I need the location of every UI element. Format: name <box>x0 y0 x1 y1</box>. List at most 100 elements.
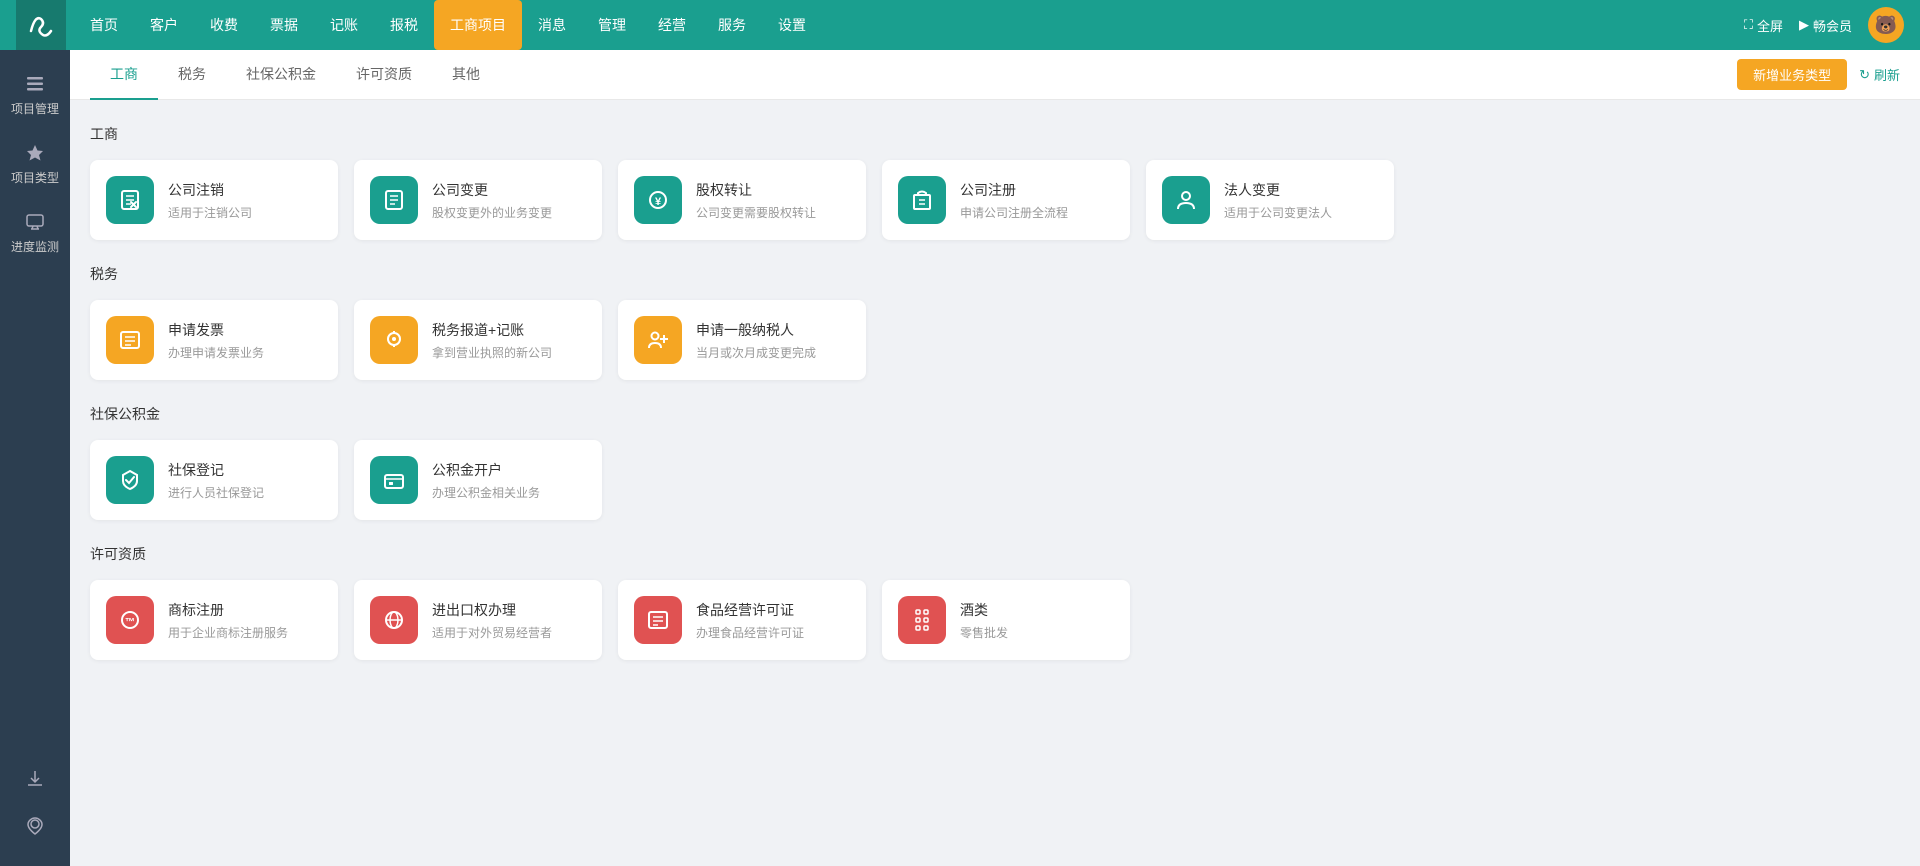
card-title: 申请一般纳税人 <box>696 320 850 340</box>
food-license-icon <box>634 596 682 644</box>
logo[interactable] <box>16 0 66 50</box>
cards-grid-税务: 申请发票 办理申请发票业务 税务报道+记账 拿到营业执照的新公司 申请一般纳税人… <box>90 300 1900 380</box>
tab-社保公积金[interactable]: 社保公积金 <box>226 50 336 100</box>
nav-item-服务[interactable]: 服务 <box>702 0 762 50</box>
fullscreen-button[interactable]: ⛶ 全屏 <box>1744 16 1783 35</box>
section-title-许可资质: 许可资质 <box>90 544 1900 564</box>
card-desc: 申请公司注册全流程 <box>960 204 1114 221</box>
service-card-食品经营许可证[interactable]: 食品经营许可证 办理食品经营许可证 <box>618 580 866 660</box>
nav-item-票据[interactable]: 票据 <box>254 0 314 50</box>
section-title-社保公积金: 社保公积金 <box>90 404 1900 424</box>
card-info: 申请发票 办理申请发票业务 <box>168 320 322 361</box>
card-title: 公积金开户 <box>432 460 586 480</box>
service-card-申请一般纳税人[interactable]: 申请一般纳税人 当月或次月成变更完成 <box>618 300 866 380</box>
card-title: 税务报道+记账 <box>432 320 586 340</box>
card-info: 社保登记 进行人员社保登记 <box>168 460 322 501</box>
company-change-icon <box>370 176 418 224</box>
service-card-法人变更[interactable]: 法人变更 适用于公司变更法人 <box>1146 160 1394 240</box>
sidebar-item-download[interactable] <box>0 754 70 802</box>
card-info: 进出口权办理 适用于对外贸易经营者 <box>432 600 586 641</box>
sidebar-item-project-type[interactable]: 项目类型 <box>0 129 70 198</box>
trademark-icon: ™ <box>106 596 154 644</box>
cards-grid-许可资质: ™ 商标注册 用于企业商标注册服务 进出口权办理 适用于对外贸易经营者 食品经营… <box>90 580 1900 660</box>
add-type-button[interactable]: 新增业务类型 <box>1737 59 1847 90</box>
cancel-company-icon <box>106 176 154 224</box>
service-card-进出口权办理[interactable]: 进出口权办理 适用于对外贸易经营者 <box>354 580 602 660</box>
service-card-公司注册[interactable]: 公司注册 申请公司注册全流程 <box>882 160 1130 240</box>
scrollable-content: 工商 公司注销 适用于注销公司 公司变更 股权变更外的业务变更 ¥ 股权转让 <box>70 100 1920 866</box>
nav-right: ⛶ 全屏 ▶ 畅会员 🐻 <box>1744 7 1904 43</box>
card-title: 申请发票 <box>168 320 322 340</box>
nav-item-经营[interactable]: 经营 <box>642 0 702 50</box>
nav-item-客户[interactable]: 客户 <box>134 0 194 50</box>
card-info: 税务报道+记账 拿到营业执照的新公司 <box>432 320 586 361</box>
card-info: 法人变更 适用于公司变更法人 <box>1224 180 1378 221</box>
card-title: 法人变更 <box>1224 180 1378 200</box>
apply-invoice-icon <box>106 316 154 364</box>
tax-report-icon <box>370 316 418 364</box>
import-export-icon <box>370 596 418 644</box>
refresh-button[interactable]: ↻ 刷新 <box>1859 65 1900 84</box>
card-info: 商标注册 用于企业商标注册服务 <box>168 600 322 641</box>
cards-grid-工商: 公司注销 适用于注销公司 公司变更 股权变更外的业务变更 ¥ 股权转让 公司变更… <box>90 160 1900 240</box>
nav-item-记账[interactable]: 记账 <box>314 0 374 50</box>
card-info: 食品经营许可证 办理食品经营许可证 <box>696 600 850 641</box>
sidebar-label-project-type: 项目类型 <box>11 169 59 186</box>
star-icon <box>23 141 47 165</box>
card-desc: 办理公积金相关业务 <box>432 484 586 501</box>
card-info: 申请一般纳税人 当月或次月成变更完成 <box>696 320 850 361</box>
left-sidebar: 项目管理 项目类型 进度监测 <box>0 50 70 866</box>
tabs-right: 新增业务类型 ↻ 刷新 <box>1737 59 1900 90</box>
sidebar-item-project-management[interactable]: 项目管理 <box>0 60 70 129</box>
nav-item-管理[interactable]: 管理 <box>582 0 642 50</box>
tab-其他[interactable]: 其他 <box>432 50 500 100</box>
vip-label: 畅会员 <box>1813 16 1852 35</box>
service-card-公司注销[interactable]: 公司注销 适用于注销公司 <box>90 160 338 240</box>
avatar[interactable]: 🐻 <box>1868 7 1904 43</box>
service-card-股权转让[interactable]: ¥ 股权转让 公司变更需要股权转让 <box>618 160 866 240</box>
tab-工商[interactable]: 工商 <box>90 50 158 100</box>
top-nav-items: 首页客户收费票据记账报税工商项目消息管理经营服务设置 <box>74 0 1744 50</box>
svg-text:™: ™ <box>125 617 135 628</box>
nav-item-报税[interactable]: 报税 <box>374 0 434 50</box>
section-title-工商: 工商 <box>90 124 1900 144</box>
nav-item-设置[interactable]: 设置 <box>762 0 822 50</box>
service-card-社保登记[interactable]: 社保登记 进行人员社保登记 <box>90 440 338 520</box>
service-card-商标注册[interactable]: ™ 商标注册 用于企业商标注册服务 <box>90 580 338 660</box>
nav-item-收费[interactable]: 收费 <box>194 0 254 50</box>
social-insurance-icon <box>106 456 154 504</box>
card-desc: 用于企业商标注册服务 <box>168 624 322 641</box>
tab-税务[interactable]: 税务 <box>158 50 226 100</box>
list-icon <box>23 72 47 96</box>
card-desc: 当月或次月成变更完成 <box>696 344 850 361</box>
section-title-税务: 税务 <box>90 264 1900 284</box>
card-title: 股权转让 <box>696 180 850 200</box>
fullscreen-icon: ⛶ <box>1744 17 1753 33</box>
sidebar-item-location[interactable] <box>0 802 70 850</box>
sidebar-item-progress[interactable]: 进度监测 <box>0 198 70 267</box>
card-desc: 公司变更需要股权转让 <box>696 204 850 221</box>
service-card-公积金开户[interactable]: 公积金开户 办理公积金相关业务 <box>354 440 602 520</box>
card-title: 酒类 <box>960 600 1114 620</box>
service-card-酒类[interactable]: 酒类 零售批发 <box>882 580 1130 660</box>
service-card-税务报道+记账[interactable]: 税务报道+记账 拿到营业执照的新公司 <box>354 300 602 380</box>
card-desc: 股权变更外的业务变更 <box>432 204 586 221</box>
nav-item-消息[interactable]: 消息 <box>522 0 582 50</box>
tab-许可资质[interactable]: 许可资质 <box>336 50 432 100</box>
sidebar-bottom <box>0 754 70 866</box>
legal-change-icon <box>1162 176 1210 224</box>
nav-item-首页[interactable]: 首页 <box>74 0 134 50</box>
sidebar-label-project-management: 项目管理 <box>11 100 59 117</box>
service-card-申请发票[interactable]: 申请发票 办理申请发票业务 <box>90 300 338 380</box>
card-desc: 进行人员社保登记 <box>168 484 322 501</box>
service-card-公司变更[interactable]: 公司变更 股权变更外的业务变更 <box>354 160 602 240</box>
card-title: 公司注册 <box>960 180 1114 200</box>
nav-item-工商项目[interactable]: 工商项目 <box>434 0 522 50</box>
content-area: 工商税务社保公积金许可资质其他 新增业务类型 ↻ 刷新 工商 公司注销 适用于注… <box>70 50 1920 866</box>
monitor-icon <box>23 210 47 234</box>
card-desc: 拿到营业执照的新公司 <box>432 344 586 361</box>
refresh-label: 刷新 <box>1874 65 1900 84</box>
vip-button[interactable]: ▶ 畅会员 <box>1799 16 1852 35</box>
card-title: 公司注销 <box>168 180 322 200</box>
refresh-icon: ↻ <box>1859 67 1870 83</box>
